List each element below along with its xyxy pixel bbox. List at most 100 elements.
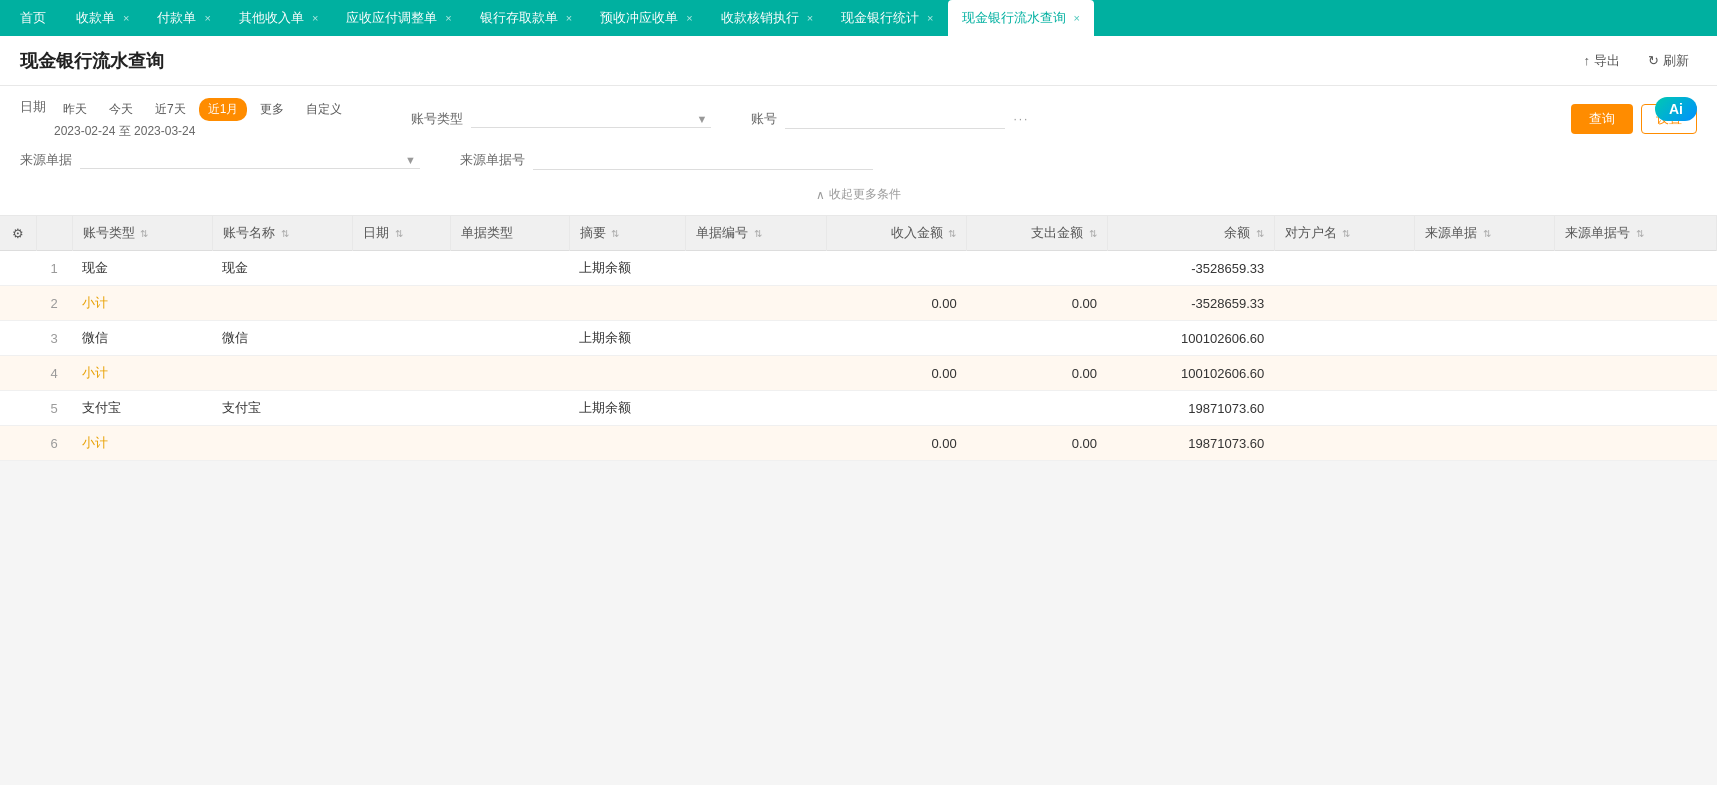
cell-expense <box>967 391 1107 426</box>
column-account-type[interactable]: 账号类型 ⇅ <box>72 216 212 251</box>
source-doc-no-label: 来源单据号 <box>460 151 525 169</box>
column-source-doc-no[interactable]: 来源单据号 ⇅ <box>1555 216 1717 251</box>
cell-source-doc <box>1415 286 1555 321</box>
column-expense[interactable]: 支出金额 ⇅ <box>967 216 1107 251</box>
filter-row-1: 日期 昨天 今天 近7天 近1月 更多 自定义 2023-02-24 至 202… <box>20 98 1697 140</box>
nav-tab-cash-bank-stats[interactable]: 现金银行统计 × <box>827 0 947 36</box>
close-icon[interactable]: × <box>807 0 813 36</box>
date-btn-more[interactable]: 更多 <box>251 98 293 121</box>
account-type-label: 账号类型 <box>411 110 463 128</box>
column-income[interactable]: 收入金额 ⇅ <box>826 216 966 251</box>
cell-balance: 19871073.60 <box>1107 426 1274 461</box>
nav-home[interactable]: 首页 <box>4 0 62 36</box>
close-icon[interactable]: × <box>123 0 129 36</box>
column-summary[interactable]: 摘要 ⇅ <box>569 216 686 251</box>
nav-tab-advance-offset[interactable]: 预收冲应收单 × <box>586 0 706 36</box>
column-counterpart[interactable]: 对方户名 ⇅ <box>1274 216 1414 251</box>
ai-button[interactable]: Ai <box>1655 97 1697 121</box>
cell-summary: 上期余额 <box>569 251 686 286</box>
date-btn-today[interactable]: 今天 <box>100 98 142 121</box>
column-doc-type: 单据类型 <box>451 216 569 251</box>
nav-tab-cash-bank-flow[interactable]: 现金银行流水查询 × <box>948 0 1094 36</box>
cell-source-doc-no <box>1555 251 1717 286</box>
data-table: ⚙ 账号类型 ⇅ 账号名称 ⇅ 日期 ⇅ 单据类型 摘要 ⇅ 单据编号 ⇅ 收入… <box>0 216 1717 461</box>
close-icon[interactable]: × <box>566 0 572 36</box>
nav-tab-bank-deposit[interactable]: 银行存取款单 × <box>466 0 586 36</box>
date-options: 昨天 今天 近7天 近1月 更多 自定义 2023-02-24 至 2023-0… <box>54 98 351 140</box>
cell-balance: 100102606.60 <box>1107 321 1274 356</box>
cell-source-doc-no <box>1555 321 1717 356</box>
cell-doc-no <box>686 356 826 391</box>
table-row[interactable]: 3 微信 微信 上期余额 100102606.60 <box>0 321 1717 356</box>
cell-income <box>826 251 966 286</box>
cell-summary <box>569 426 686 461</box>
table-row[interactable]: 1 现金 现金 上期余额 -3528659.33 <box>0 251 1717 286</box>
nav-tab-payment[interactable]: 付款单 × <box>143 0 224 36</box>
column-settings[interactable]: ⚙ <box>0 216 36 251</box>
nav-tab-receive[interactable]: 收款单 × <box>62 0 143 36</box>
nav-tab-collect-verify[interactable]: 收款核销执行 × <box>707 0 827 36</box>
cell-balance: -3528659.33 <box>1107 251 1274 286</box>
cell-doc-no <box>686 321 826 356</box>
table-row[interactable]: 2 小计 0.00 0.00 -3528659.33 <box>0 286 1717 321</box>
cell-num: 4 <box>36 356 72 391</box>
date-btn-7days[interactable]: 近7天 <box>146 98 195 121</box>
source-doc-select[interactable]: ▼ <box>80 152 420 169</box>
filter-row-2: 来源单据 ▼ 来源单据号 <box>20 150 1697 170</box>
cell-gear <box>0 286 36 321</box>
cell-summary <box>569 286 686 321</box>
account-type-select[interactable]: ▼ <box>471 111 711 128</box>
column-date[interactable]: 日期 ⇅ <box>353 216 451 251</box>
collapse-bar[interactable]: ∧ 收起更多条件 <box>20 180 1697 207</box>
cell-source-doc <box>1415 426 1555 461</box>
cell-doc-type <box>451 321 569 356</box>
close-icon[interactable]: × <box>927 0 933 36</box>
close-icon[interactable]: × <box>312 0 318 36</box>
cell-account-type: 微信 <box>72 321 212 356</box>
table-row[interactable]: 6 小计 0.00 0.00 19871073.60 <box>0 426 1717 461</box>
date-btn-yesterday[interactable]: 昨天 <box>54 98 96 121</box>
cell-doc-no <box>686 426 826 461</box>
cell-expense: 0.00 <box>967 356 1107 391</box>
refresh-button[interactable]: ↻ 刷新 <box>1640 48 1697 74</box>
column-balance[interactable]: 余额 ⇅ <box>1107 216 1274 251</box>
close-icon[interactable]: × <box>445 0 451 36</box>
close-icon[interactable]: × <box>204 0 210 36</box>
query-button[interactable]: 查询 <box>1571 104 1633 134</box>
cell-date <box>353 251 451 286</box>
cell-source-doc-no <box>1555 356 1717 391</box>
source-doc-no-input[interactable] <box>533 150 873 170</box>
cell-summary <box>569 356 686 391</box>
cell-date <box>353 391 451 426</box>
date-btn-1month[interactable]: 近1月 <box>199 98 248 121</box>
cell-income: 0.00 <box>826 286 966 321</box>
account-input[interactable] <box>785 109 1005 129</box>
column-source-doc[interactable]: 来源单据 ⇅ <box>1415 216 1555 251</box>
cell-source-doc <box>1415 391 1555 426</box>
close-icon[interactable]: × <box>1074 0 1080 36</box>
nav-tab-other-income[interactable]: 其他收入单 × <box>225 0 332 36</box>
table-row[interactable]: 5 支付宝 支付宝 上期余额 19871073.60 <box>0 391 1717 426</box>
cell-date <box>353 426 451 461</box>
export-button[interactable]: ↑ 导出 <box>1576 48 1629 74</box>
table-row[interactable]: 4 小计 0.00 0.00 100102606.60 <box>0 356 1717 391</box>
cell-income: 0.00 <box>826 426 966 461</box>
cell-doc-no <box>686 391 826 426</box>
filter-area: 日期 昨天 今天 近7天 近1月 更多 自定义 2023-02-24 至 202… <box>0 86 1717 216</box>
close-icon[interactable]: × <box>686 0 692 36</box>
column-doc-no[interactable]: 单据编号 ⇅ <box>686 216 826 251</box>
cell-source-doc <box>1415 356 1555 391</box>
date-filter: 日期 昨天 今天 近7天 近1月 更多 自定义 2023-02-24 至 202… <box>20 98 351 140</box>
date-btn-custom[interactable]: 自定义 <box>297 98 351 121</box>
header-actions: ↑ 导出 ↻ 刷新 <box>1576 48 1698 74</box>
cell-account-name <box>212 286 352 321</box>
account-type-filter: 账号类型 ▼ <box>411 110 711 128</box>
column-account-name[interactable]: 账号名称 ⇅ <box>212 216 352 251</box>
cell-balance: 19871073.60 <box>1107 391 1274 426</box>
nav-tab-ar-ap-adjust[interactable]: 应收应付调整单 × <box>332 0 465 36</box>
source-doc-no-filter: 来源单据号 <box>460 150 873 170</box>
more-options-icon[interactable]: ··· <box>1013 112 1029 126</box>
cell-account-name: 支付宝 <box>212 391 352 426</box>
cell-account-name: 现金 <box>212 251 352 286</box>
cell-counterpart <box>1274 356 1414 391</box>
